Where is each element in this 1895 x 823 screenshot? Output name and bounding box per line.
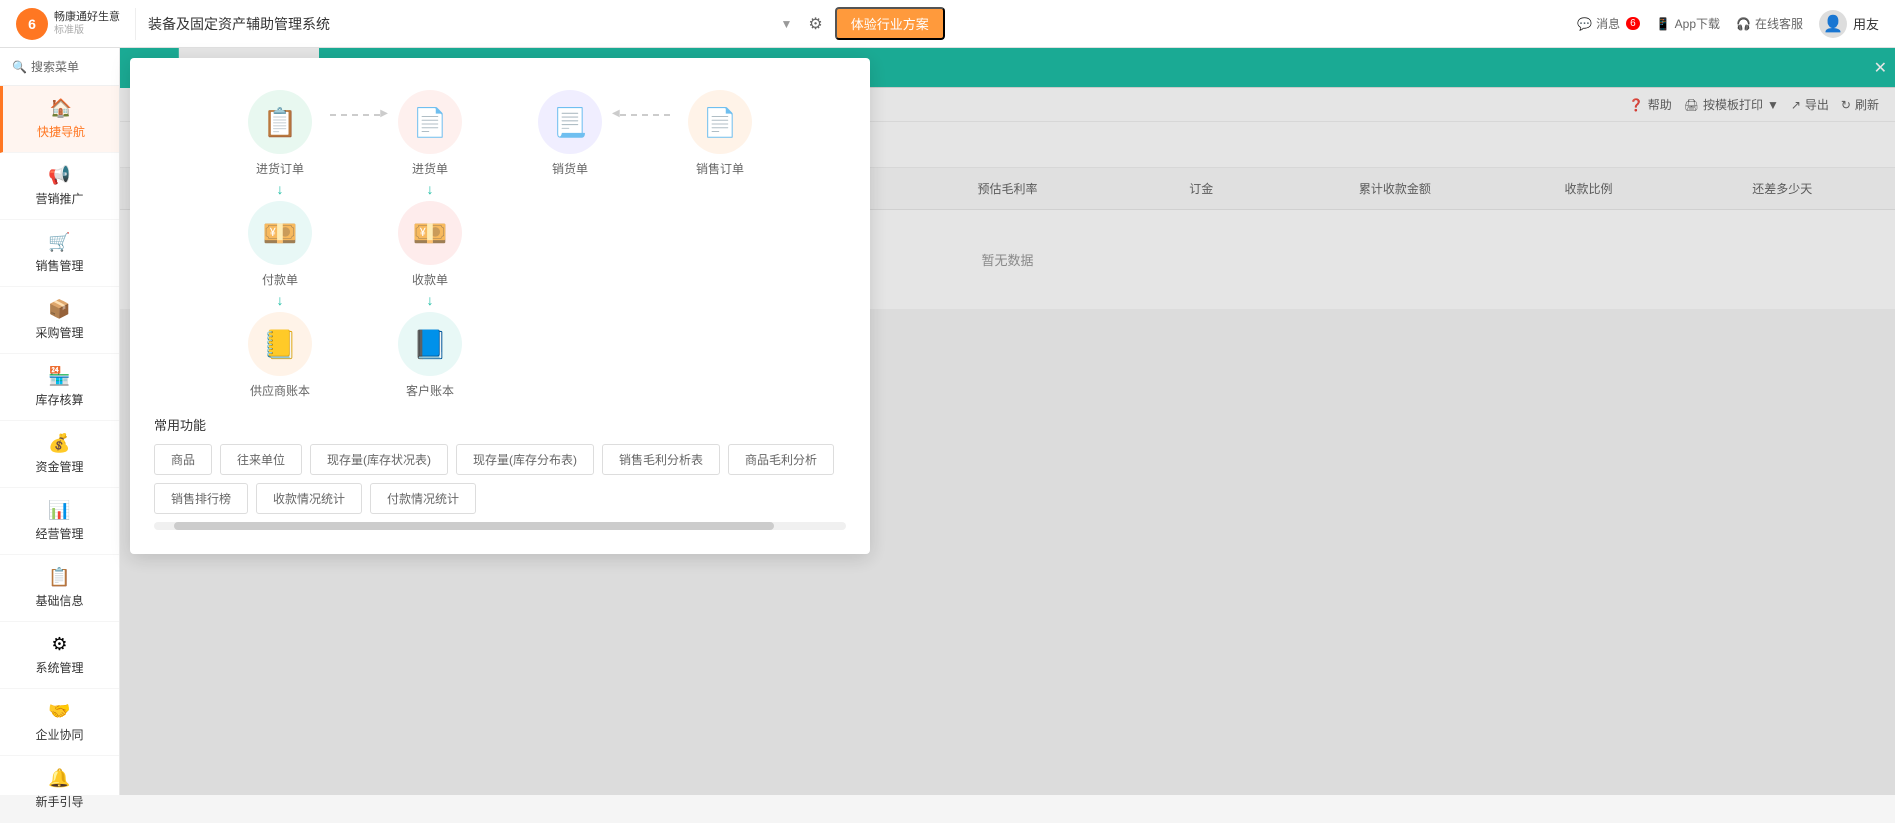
sales-icon: 🛒	[48, 232, 70, 253]
sidebar-item-inventory[interactable]: 🏪 库存核算	[0, 354, 119, 421]
trial-btn[interactable]: 体验行业方案	[835, 7, 945, 40]
popup: 📋 进货订单 ↓ 💴 付款单 ↓ 📒 供应商账本	[130, 58, 870, 554]
search-icon: 🔍	[12, 60, 27, 74]
supplier-ledger-icon: 📒	[248, 312, 312, 376]
message-badge: 6	[1626, 17, 1640, 30]
sales-bill-icon: 📃	[538, 90, 602, 154]
guide-icon: 🔔	[48, 768, 70, 789]
flow-payment[interactable]: 💴 付款单	[230, 201, 330, 288]
customer-ledger-icon: 📘	[398, 312, 462, 376]
popup-scrollbar[interactable]	[154, 522, 846, 530]
func-btn-receipt-stats[interactable]: 收款情况统计	[256, 483, 362, 514]
func-btn-product-profit[interactable]: 商品毛利分析	[728, 444, 834, 475]
top-header: 6 畅康通好生意 标准版 装备及固定资产辅助管理系统 ▼ ⚙ 体验行业方案 💬 …	[0, 0, 1895, 48]
sidebar-item-quick-nav[interactable]: 🏠 快捷导航	[0, 86, 119, 153]
sidebar-item-purchase[interactable]: 📦 采购管理	[0, 287, 119, 354]
user-avatar: 👤	[1819, 10, 1847, 38]
func-btn-sales-profit[interactable]: 销售毛利分析表	[602, 444, 720, 475]
sidebar-item-marketing[interactable]: 📢 营销推广	[0, 153, 119, 220]
inventory-icon: 🏪	[48, 366, 70, 387]
flow-customer-ledger[interactable]: 📘 客户账本	[380, 312, 480, 399]
flow-supplier-ledger[interactable]: 📒 供应商账本	[230, 312, 330, 399]
system-dropdown-btn[interactable]: ▼	[780, 17, 792, 31]
headset-icon: 🎧	[1736, 17, 1751, 31]
left-col: 📋 进货订单 ↓ 💴 付款单 ↓ 📒 供应商账本	[230, 90, 330, 399]
func-btn-stock-status[interactable]: 现存量(库存状况表)	[310, 444, 448, 475]
flow-purchase-bill[interactable]: 📄 进货单	[380, 90, 480, 177]
func-btn-product[interactable]: 商品	[154, 444, 212, 475]
logo-area: 6 畅康通好生意 标准版	[16, 8, 136, 40]
payment-icon: 💴	[248, 201, 312, 265]
far-right-col: 📄 销售订单	[670, 90, 770, 177]
system-title: 装备及固定资产辅助管理系统	[148, 14, 780, 34]
sidebar-item-guide[interactable]: 🔔 新手引导	[0, 756, 119, 823]
arrow-purchase-order-to-bill: ▶	[330, 90, 380, 116]
sidebar-item-operation[interactable]: 📊 经营管理	[0, 488, 119, 555]
flow-receipt[interactable]: 💴 收款单	[380, 201, 480, 288]
flow-chart: 📋 进货订单 ↓ 💴 付款单 ↓ 📒 供应商账本	[154, 82, 846, 399]
right-col: 📃 销货单	[520, 90, 620, 381]
receipt-icon: 💴	[398, 201, 462, 265]
arrow-sales-order-to-bill: ◀	[620, 90, 670, 116]
sidebar-item-collab[interactable]: 🤝 企业协同	[0, 689, 119, 756]
func-btn-stock-dist[interactable]: 现存量(库存分布表)	[456, 444, 594, 475]
func-btn-counterpart[interactable]: 往来单位	[220, 444, 302, 475]
popup-scrollbar-thumb	[174, 522, 774, 530]
flow-purchase-order[interactable]: 📋 进货订单	[230, 90, 330, 177]
func-btn-payment-stats[interactable]: 付款情况统计	[370, 483, 476, 514]
func-buttons: 商品 往来单位 现存量(库存状况表) 现存量(库存分布表) 销售毛利分析表 商品…	[154, 444, 846, 475]
message-icon: 💬	[1577, 17, 1592, 31]
finance-icon: 💰	[48, 433, 70, 454]
purchase-icon: 📦	[48, 299, 70, 320]
collab-icon: 🤝	[48, 701, 70, 722]
marketing-icon: 📢	[48, 165, 70, 186]
flow-sales-order[interactable]: 📄 销售订单	[670, 90, 770, 177]
basic-icon: 📋	[48, 567, 70, 588]
sidebar-item-system[interactable]: ⚙ 系统管理	[0, 622, 119, 689]
common-functions: 常用功能 商品 往来单位 现存量(库存状况表) 现存量(库存分布表) 销售毛利分…	[154, 415, 846, 514]
arrow-down-1: ↓	[277, 181, 284, 197]
sidebar-search[interactable]: 🔍 搜索菜单	[0, 48, 119, 86]
purchase-order-icon: 📋	[248, 90, 312, 154]
user-area[interactable]: 👤 用友	[1819, 10, 1879, 38]
sidebar-item-finance[interactable]: 💰 资金管理	[0, 421, 119, 488]
purchase-bill-icon: 📄	[398, 90, 462, 154]
header-right: 💬 消息 6 📱 App下载 🎧 在线客服 👤 用友	[1577, 10, 1879, 38]
logo-text: 畅康通好生意 标准版	[54, 10, 120, 37]
download-icon: 📱	[1656, 17, 1671, 31]
arrow-down-2: ↓	[427, 181, 434, 197]
sales-order-icon: 📄	[688, 90, 752, 154]
app-download-btn[interactable]: 📱 App下载	[1656, 15, 1720, 32]
message-btn[interactable]: 💬 消息 6	[1577, 15, 1640, 32]
popup-overlay[interactable]: 📋 进货订单 ↓ 💴 付款单 ↓ 📒 供应商账本	[120, 48, 1895, 795]
quick-nav-icon: 🏠	[50, 98, 72, 119]
settings-icon[interactable]: ⚙	[808, 14, 822, 34]
online-service-btn[interactable]: 🎧 在线客服	[1736, 15, 1803, 32]
arrow-down-3: ↓	[277, 292, 284, 308]
sidebar-item-sales[interactable]: 🛒 销售管理	[0, 220, 119, 287]
mid-col: 📄 进货单 ↓ 💴 收款单 ↓ 📘 客户账本	[380, 90, 480, 399]
flow-sales-bill[interactable]: 📃 销货单	[520, 90, 620, 177]
sidebar: 🔍 搜索菜单 🏠 快捷导航 📢 营销推广 🛒 销售管理 📦 采购管理 🏪 库存核…	[0, 48, 120, 795]
arrow-down-4: ↓	[427, 292, 434, 308]
system-icon: ⚙	[51, 634, 67, 655]
func-btn-sales-rank[interactable]: 销售排行榜	[154, 483, 248, 514]
logo-icon: 6	[16, 8, 48, 40]
operation-icon: 📊	[48, 500, 70, 521]
common-title: 常用功能	[154, 415, 846, 434]
sidebar-item-basic[interactable]: 📋 基础信息	[0, 555, 119, 622]
func-buttons-row2: 销售排行榜 收款情况统计 付款情况统计	[154, 483, 846, 514]
